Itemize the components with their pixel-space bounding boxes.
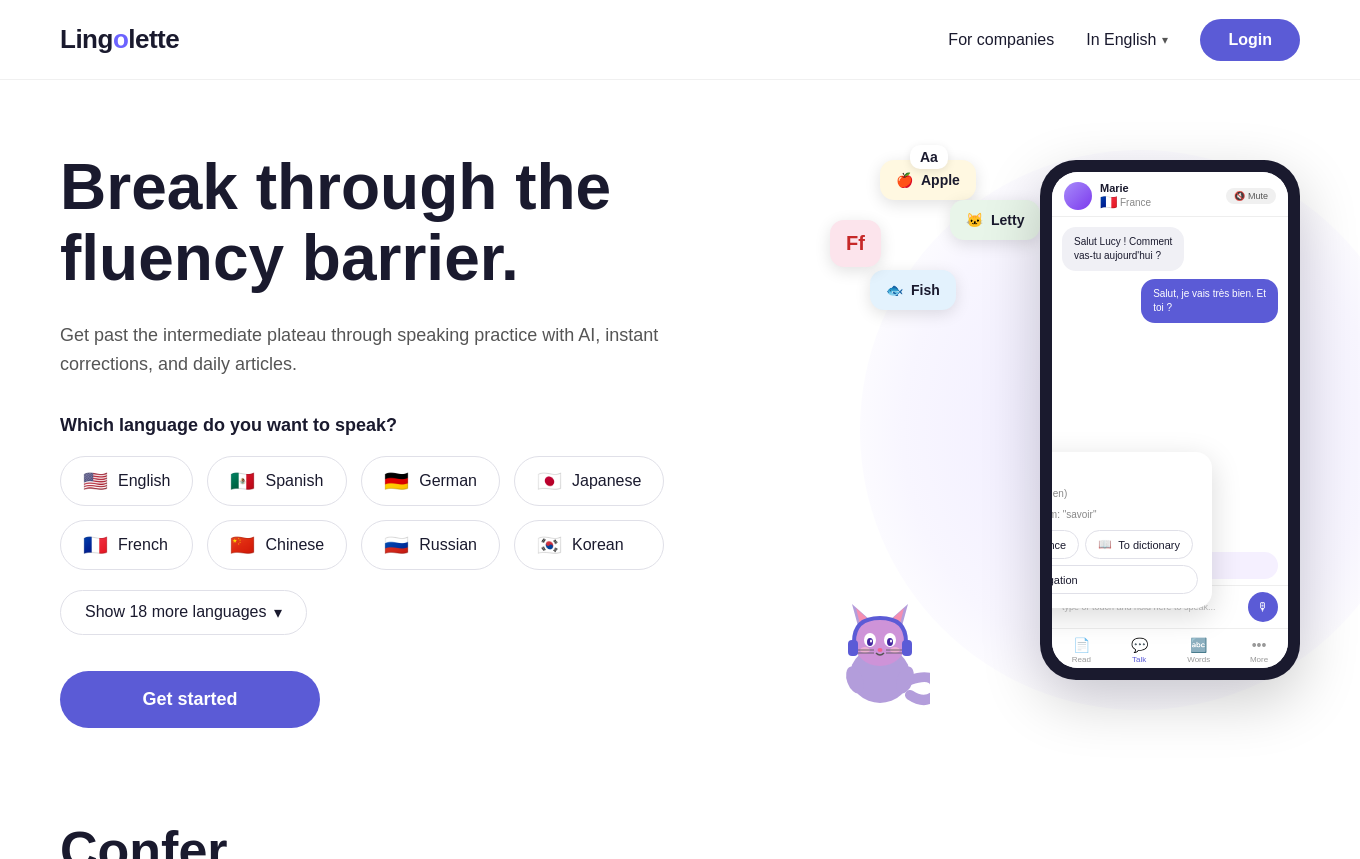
lang-label-english: English <box>118 472 170 490</box>
lang-btn-spanish[interactable]: 🇲🇽 Spanish <box>207 456 347 506</box>
talk-icon: 💬 <box>1131 637 1148 653</box>
lang-btn-korean[interactable]: 🇰🇷 Korean <box>514 520 664 570</box>
pronounce-button[interactable]: ▶ Pronounce <box>1052 530 1079 559</box>
dict-action-buttons: ▶ Pronounce 📖 To dictionary <box>1052 530 1198 559</box>
lang-label-chinese: Chinese <box>265 536 324 554</box>
hero-left: Break through the fluency barrier. Get p… <box>60 152 660 727</box>
logo-dot: o <box>113 24 128 54</box>
france-flag: 🇫🇷 <box>1100 194 1117 210</box>
flag-japanese: 🇯🇵 <box>537 469 562 493</box>
get-started-button[interactable]: Get started <box>60 671 320 728</box>
chat-bubble-received-1: Salut Lucy ! Commentvas-tu aujourd'hui ? <box>1062 227 1184 271</box>
logo: Lingolette <box>60 24 179 55</box>
chevron-down-icon: ▾ <box>1162 33 1168 47</box>
flashcard-fish: 🐟 Fish <box>870 270 956 310</box>
svg-point-10 <box>870 640 872 643</box>
lang-label-korean: Korean <box>572 536 624 554</box>
dictionary-button[interactable]: 📖 To dictionary <box>1085 530 1193 559</box>
phone-bottom-tabs: 📄 Read 💬 Talk 🔤 Words ••• <box>1052 628 1288 668</box>
svg-point-8 <box>867 638 873 646</box>
flag-spanish: 🇲🇽 <box>230 469 255 493</box>
book-icon: 📖 <box>1098 538 1112 551</box>
chevron-down-icon: ▾ <box>274 603 282 622</box>
hero-right: 🍎 Apple 🐱 Letty 🐟 Fish Ff LI Aa Marie <box>820 140 1300 740</box>
mic-button[interactable]: 🎙 <box>1248 592 1278 622</box>
phone-chat-header: Marie 🇫🇷 France 🔇 Mute <box>1052 172 1288 217</box>
tab-words[interactable]: 🔤 Words <box>1187 637 1210 664</box>
phone-user-info: Marie 🇫🇷 France <box>1100 182 1151 210</box>
words-icon: 🔤 <box>1190 637 1207 653</box>
cat-icon: 🐱 <box>966 212 983 228</box>
nav: For companies In English ▾ Login <box>948 19 1300 61</box>
conjugation-button[interactable]: 🔤 Conjugation <box>1052 565 1198 594</box>
lang-label-spanish: Spanish <box>265 472 323 490</box>
dict-meta: (fr → en) <box>1052 488 1067 499</box>
dict-word: sais <box>1052 466 1198 480</box>
phone-mockup: Marie 🇫🇷 France 🔇 Mute <box>1040 160 1300 680</box>
svg-point-11 <box>890 640 892 643</box>
bottom-teaser: Confer... <box>0 780 1360 859</box>
tab-read[interactable]: 📄 Read <box>1072 637 1091 664</box>
bottom-teaser-title: Confer... <box>60 820 1300 859</box>
language-selector[interactable]: In English ▾ <box>1086 31 1168 49</box>
flag-english: 🇺🇸 <box>83 469 108 493</box>
dict-basic-form: verb, basic form: "savoir" <box>1052 509 1198 520</box>
flag-russian: 🇷🇺 <box>384 533 409 557</box>
tab-more[interactable]: ••• More <box>1250 637 1268 664</box>
lang-btn-french[interactable]: 🇫🇷 French <box>60 520 193 570</box>
phone-user-country: France <box>1120 197 1151 208</box>
avatar <box>1064 182 1092 210</box>
phone-screen: Marie 🇫🇷 France 🔇 Mute <box>1052 172 1288 668</box>
lang-btn-japanese[interactable]: 🇯🇵 Japanese <box>514 456 664 506</box>
svg-point-12 <box>878 648 883 652</box>
login-button[interactable]: Login <box>1200 19 1300 61</box>
svg-point-9 <box>887 638 893 646</box>
svg-rect-19 <box>848 640 858 656</box>
lang-label-german: German <box>419 472 477 490</box>
hero-section: Break through the fluency barrier. Get p… <box>0 80 1360 780</box>
flag-chinese: 🇨🇳 <box>230 533 255 557</box>
header: Lingolette For companies In English ▾ Lo… <box>0 0 1360 80</box>
hero-title: Break through the fluency barrier. <box>60 152 660 293</box>
lang-btn-russian[interactable]: 🇷🇺 Russian <box>361 520 500 570</box>
mute-button[interactable]: 🔇 Mute <box>1226 188 1276 204</box>
hero-subtitle: Get past the intermediate plateau throug… <box>60 321 660 379</box>
read-icon: 📄 <box>1073 637 1090 653</box>
dictionary-popup: sais know (fr → en) verb, basic form: "s… <box>1052 452 1212 608</box>
flag-french: 🇫🇷 <box>83 533 108 557</box>
lang-label-japanese: Japanese <box>572 472 641 490</box>
nav-companies[interactable]: For companies <box>948 31 1054 49</box>
cat-mascot <box>830 590 930 710</box>
flashcard-letty: 🐱 Letty <box>950 200 1040 240</box>
apple-icon: 🍎 <box>896 172 913 188</box>
svg-rect-20 <box>902 640 912 656</box>
language-grid: 🇺🇸 English 🇲🇽 Spanish 🇩🇪 German 🇯🇵 Japan… <box>60 456 660 570</box>
aa-badge: Aa <box>910 145 948 169</box>
show-more-label: Show 18 more languages <box>85 603 266 621</box>
tab-talk[interactable]: 💬 Talk <box>1131 637 1148 664</box>
lang-selector-label: In English <box>1086 31 1156 49</box>
more-icon: ••• <box>1252 637 1267 653</box>
fish-icon: 🐟 <box>886 282 903 298</box>
flashcard-ff: Ff <box>830 220 881 267</box>
lang-btn-english[interactable]: 🇺🇸 English <box>60 456 193 506</box>
lang-label-russian: Russian <box>419 536 477 554</box>
show-more-languages-button[interactable]: Show 18 more languages ▾ <box>60 590 307 635</box>
phone-user-name: Marie <box>1100 182 1151 194</box>
which-language-prompt: Which language do you want to speak? <box>60 415 660 436</box>
lang-btn-chinese[interactable]: 🇨🇳 Chinese <box>207 520 347 570</box>
lang-label-french: French <box>118 536 168 554</box>
lang-btn-german[interactable]: 🇩🇪 German <box>361 456 500 506</box>
flag-german: 🇩🇪 <box>384 469 409 493</box>
chat-bubble-sent-1: Salut, je vais très bien. Ettoi ? <box>1141 279 1278 323</box>
flag-korean: 🇰🇷 <box>537 533 562 557</box>
